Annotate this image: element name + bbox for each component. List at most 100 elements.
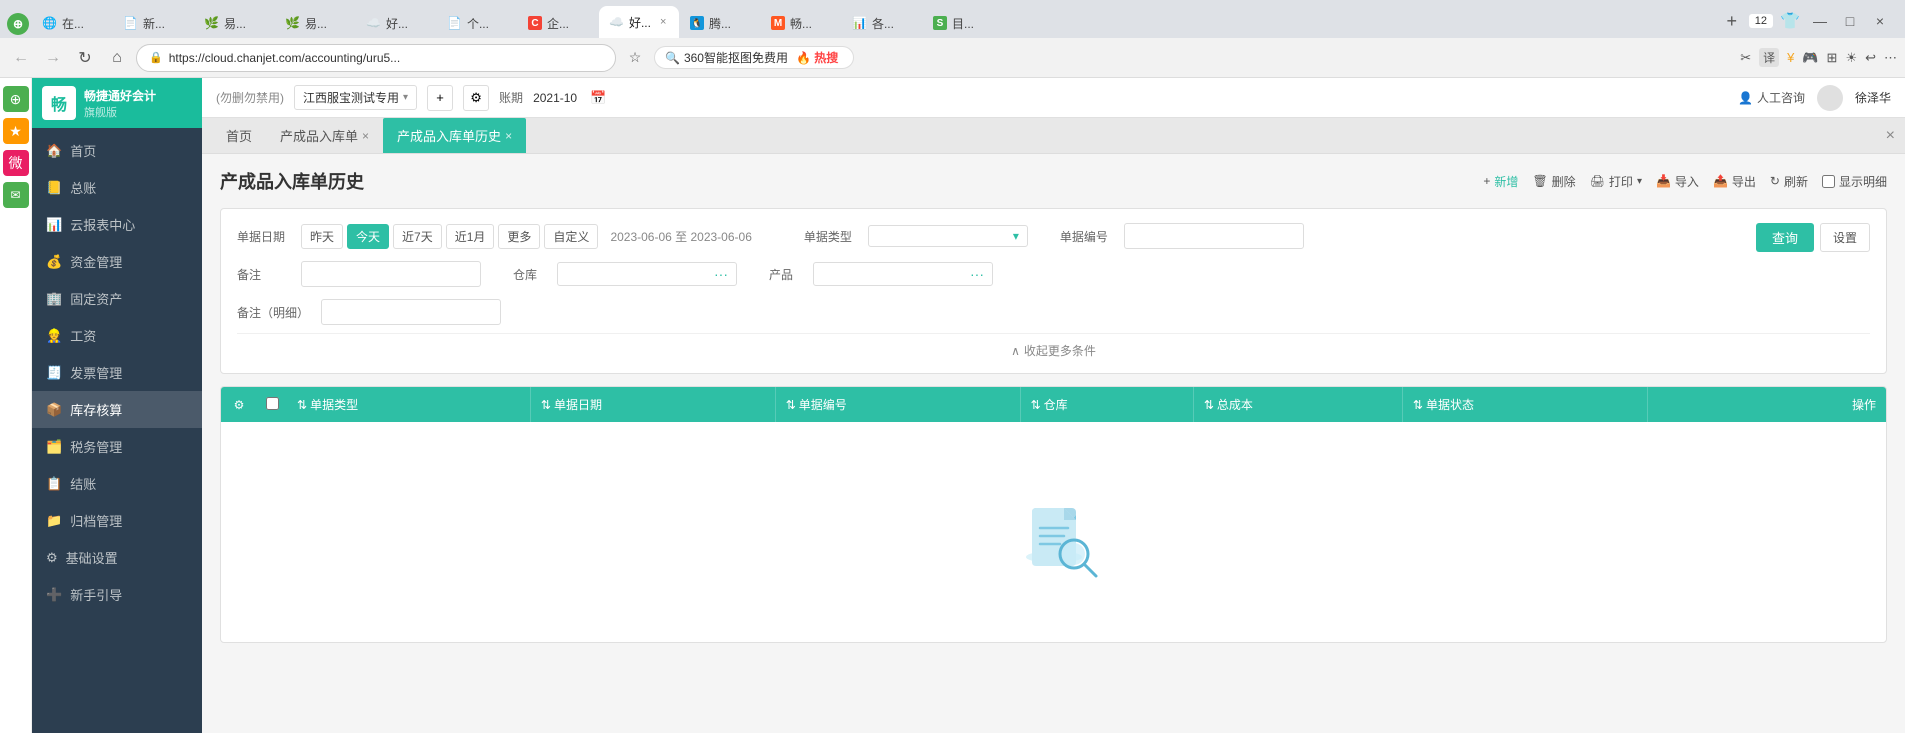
browser-tab-2[interactable]: 📄 新... — [113, 8, 193, 38]
col-total-cost[interactable]: ⇅ 总成本 — [1193, 387, 1402, 422]
user-service-button[interactable]: 👤 人工咨询 — [1738, 89, 1805, 106]
sidebar-item-close-accounts[interactable]: 📋 结账 — [32, 465, 202, 502]
home-button[interactable]: ⌂ — [104, 45, 130, 71]
col-type[interactable]: ⇅ 单据类型 — [287, 387, 530, 422]
display-cols-checkbox[interactable] — [1822, 175, 1835, 188]
browser-back-btn[interactable]: ⊕ — [4, 10, 32, 38]
translate-icon[interactable]: 译 — [1759, 48, 1779, 67]
browser-tab-9[interactable]: 🐧 腾... — [680, 8, 760, 38]
address-bar[interactable]: 🔒 https://cloud.chanjet.com/accounting/u… — [136, 44, 616, 72]
browser-search-bar[interactable]: 🔍 360智能抠图免费用 🔥 热搜 — [654, 46, 854, 69]
sidebar-item-ledger[interactable]: 📒 总账 — [32, 169, 202, 206]
date-custom-btn[interactable]: 自定义 — [544, 224, 598, 249]
grid-icon[interactable]: ⊞ — [1827, 50, 1838, 66]
export-button[interactable]: 📤 导出 — [1713, 173, 1756, 190]
quick-app-2[interactable]: ★ — [3, 118, 29, 144]
date-more-btn[interactable]: 更多 — [498, 224, 540, 249]
maximize-button[interactable]: □ — [1837, 8, 1863, 34]
print-button[interactable]: 🖨 打印 ▾ — [1590, 173, 1642, 190]
close-window-button[interactable]: × — [1867, 8, 1893, 34]
add-company-button[interactable]: + — [427, 85, 453, 111]
import-button[interactable]: 📥 导入 — [1656, 173, 1699, 190]
browser-tab-7[interactable]: C 企... — [518, 8, 598, 38]
forward-button[interactable]: → — [40, 45, 66, 71]
browser-tab-10[interactable]: M 畅... — [761, 8, 841, 38]
quick-app-1[interactable]: ⊕ — [3, 86, 29, 112]
calendar-button[interactable]: 📅 — [587, 87, 609, 109]
minimize-button[interactable]: — — [1807, 8, 1833, 34]
company-selector[interactable]: 江西服宝测试专用 ▾ — [294, 85, 417, 110]
query-button[interactable]: 查询 — [1756, 223, 1814, 252]
col-date[interactable]: ⇅ 单据日期 — [530, 387, 775, 422]
display-cols-button[interactable]: 显示明细 — [1822, 173, 1887, 190]
browser-tab-3[interactable]: 🌿 易... — [194, 8, 274, 38]
sidebar-item-payroll[interactable]: 👷 工资 — [32, 317, 202, 354]
sidebar-item-finance[interactable]: 💰 资金管理 — [32, 243, 202, 280]
date-yesterday-btn[interactable]: 昨天 — [301, 224, 343, 249]
col-checkbox[interactable] — [257, 387, 287, 422]
bookmark-button[interactable]: ☆ — [622, 45, 648, 71]
sidebar-item-reports[interactable]: 📊 云报表中心 — [32, 206, 202, 243]
browser-tab-11[interactable]: 📊 各... — [842, 8, 922, 38]
sidebar-item-guide[interactable]: ➕ 新手引导 — [32, 576, 202, 613]
new-tab-button[interactable]: + — [1719, 8, 1745, 34]
sidebar-item-invoice[interactable]: 🧾 发票管理 — [32, 354, 202, 391]
page-tab-home[interactable]: 首页 — [212, 118, 266, 153]
date-week-btn[interactable]: 近7天 — [393, 224, 442, 249]
more-icon[interactable]: ⋯ — [1884, 50, 1897, 66]
browser-tab-1[interactable]: 🌐 在... — [32, 8, 112, 38]
browser-tab-6[interactable]: 📄 个... — [437, 8, 517, 38]
delete-button[interactable]: 🗑 删除 — [1532, 173, 1575, 190]
warehouse-select[interactable]: ··· — [557, 262, 737, 286]
sidebar-item-settings[interactable]: ⚙ 基础设置 — [32, 539, 202, 576]
col-no[interactable]: ⇅ 单据编号 — [775, 387, 1020, 422]
sidebar-item-tax[interactable]: 🗂️ 税务管理 — [32, 428, 202, 465]
sidebar-item-inventory[interactable]: 📦 库存核算 — [32, 391, 202, 428]
page-tab-voucher-list[interactable]: 产成品入库单 × — [266, 118, 383, 153]
col-status[interactable]: ⇅ 单据状态 — [1402, 387, 1647, 422]
sidebar-item-archive[interactable]: 📁 归档管理 — [32, 502, 202, 539]
undo-icon[interactable]: ↩ — [1865, 50, 1876, 66]
voucher-type-select[interactable]: ▾ — [868, 225, 1028, 247]
sidebar-item-fixed-assets[interactable]: 🏢 固定资产 — [32, 280, 202, 317]
currency-icon[interactable]: ¥ — [1787, 50, 1794, 65]
scissors-icon[interactable]: ✂ — [1740, 50, 1751, 66]
page-tab-history[interactable]: 产成品入库单历史 × — [383, 118, 526, 153]
add-button[interactable]: + 新增 — [1483, 173, 1518, 190]
page-tab-voucher-list-close[interactable]: × — [362, 129, 369, 143]
user-avatar[interactable] — [1817, 85, 1843, 111]
back-button[interactable]: ← — [8, 45, 34, 71]
warehouse-dots-icon[interactable]: ··· — [714, 266, 728, 282]
date-today-btn[interactable]: 今天 — [347, 224, 389, 249]
page-tab-history-close[interactable]: × — [505, 129, 512, 143]
tab5-label: 好... — [386, 15, 408, 32]
browser-tab-5[interactable]: ☁️ 好... — [356, 8, 436, 38]
sun-icon[interactable]: ☀ — [1845, 50, 1857, 66]
browser-tab-12[interactable]: S 目... — [923, 8, 1003, 38]
company-settings-button[interactable]: ⚙ — [463, 85, 489, 111]
col-gear[interactable]: ⚙ — [221, 387, 257, 422]
date-month-btn[interactable]: 近1月 — [446, 224, 495, 249]
quick-app-3[interactable]: 微 — [3, 150, 29, 176]
col-warehouse[interactable]: ⇅ 仓库 — [1020, 387, 1193, 422]
quick-app-4[interactable]: ✉ — [3, 182, 29, 208]
sidebar-item-home[interactable]: 🏠 首页 — [32, 132, 202, 169]
filter-settings-button[interactable]: 设置 — [1820, 223, 1870, 252]
refresh-button[interactable]: ↻ 刷新 — [1770, 173, 1808, 190]
game-icon[interactable]: 🎮 — [1802, 50, 1818, 66]
empty-state-cell — [221, 422, 1886, 642]
product-dots-icon[interactable]: ··· — [970, 266, 984, 282]
collapse-button[interactable]: ∧ 收起更多条件 — [237, 333, 1870, 359]
browser-tab-8-active[interactable]: ☁️ 好... × — [599, 6, 679, 38]
tab-count-badge[interactable]: 12 — [1749, 14, 1773, 28]
product-select[interactable]: ··· — [813, 262, 993, 286]
note-input[interactable] — [301, 261, 481, 287]
shirt-icon[interactable]: 👕 — [1777, 8, 1803, 34]
browser-tab-4[interactable]: 🌿 易... — [275, 8, 355, 38]
select-all-checkbox[interactable] — [266, 397, 279, 410]
tab8-close-icon[interactable]: × — [660, 16, 666, 28]
reload-button[interactable]: ↻ — [72, 45, 98, 71]
note-detail-input[interactable] — [321, 299, 501, 325]
panel-close-icon[interactable]: × — [1886, 127, 1895, 145]
voucher-no-input[interactable] — [1124, 223, 1304, 249]
